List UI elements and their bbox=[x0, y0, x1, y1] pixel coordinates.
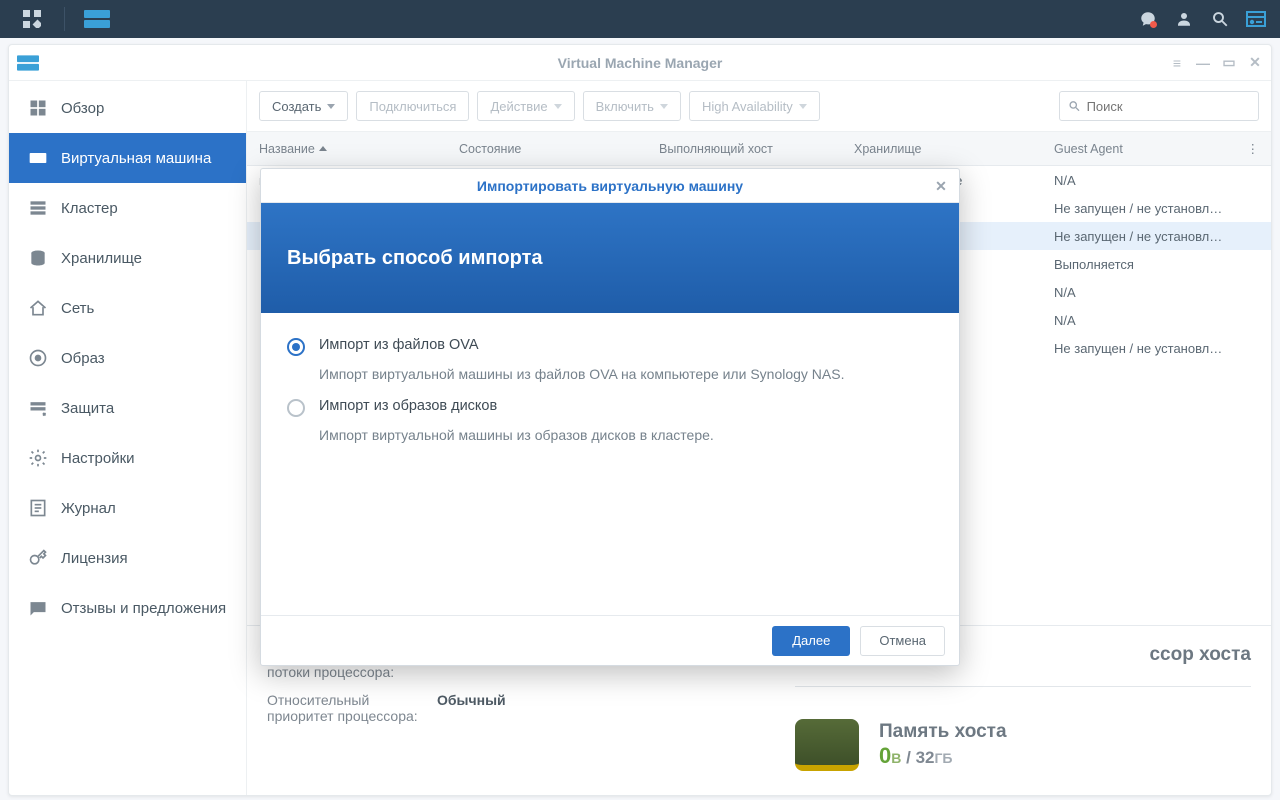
radio-disk[interactable] bbox=[287, 399, 305, 417]
radio-disk-label: Импорт из образов дисков bbox=[319, 398, 497, 414]
radio-ova[interactable] bbox=[287, 338, 305, 356]
radio-ova-desc: Импорт виртуальной машины из файлов OVA … bbox=[319, 366, 933, 382]
import-dialog: Импортировать виртуальную машину ✕ Выбра… bbox=[260, 168, 960, 666]
next-button[interactable]: Далее bbox=[772, 626, 850, 656]
radio-disk-desc: Импорт виртуальной машины из образов дис… bbox=[319, 427, 933, 443]
dialog-close-icon[interactable]: ✕ bbox=[931, 176, 951, 196]
cancel-button[interactable]: Отмена bbox=[860, 626, 945, 656]
dialog-title: Импортировать виртуальную машину bbox=[477, 178, 743, 194]
dialog-banner: Выбрать способ импорта bbox=[261, 203, 959, 313]
radio-ova-label: Импорт из файлов OVA bbox=[319, 337, 479, 353]
